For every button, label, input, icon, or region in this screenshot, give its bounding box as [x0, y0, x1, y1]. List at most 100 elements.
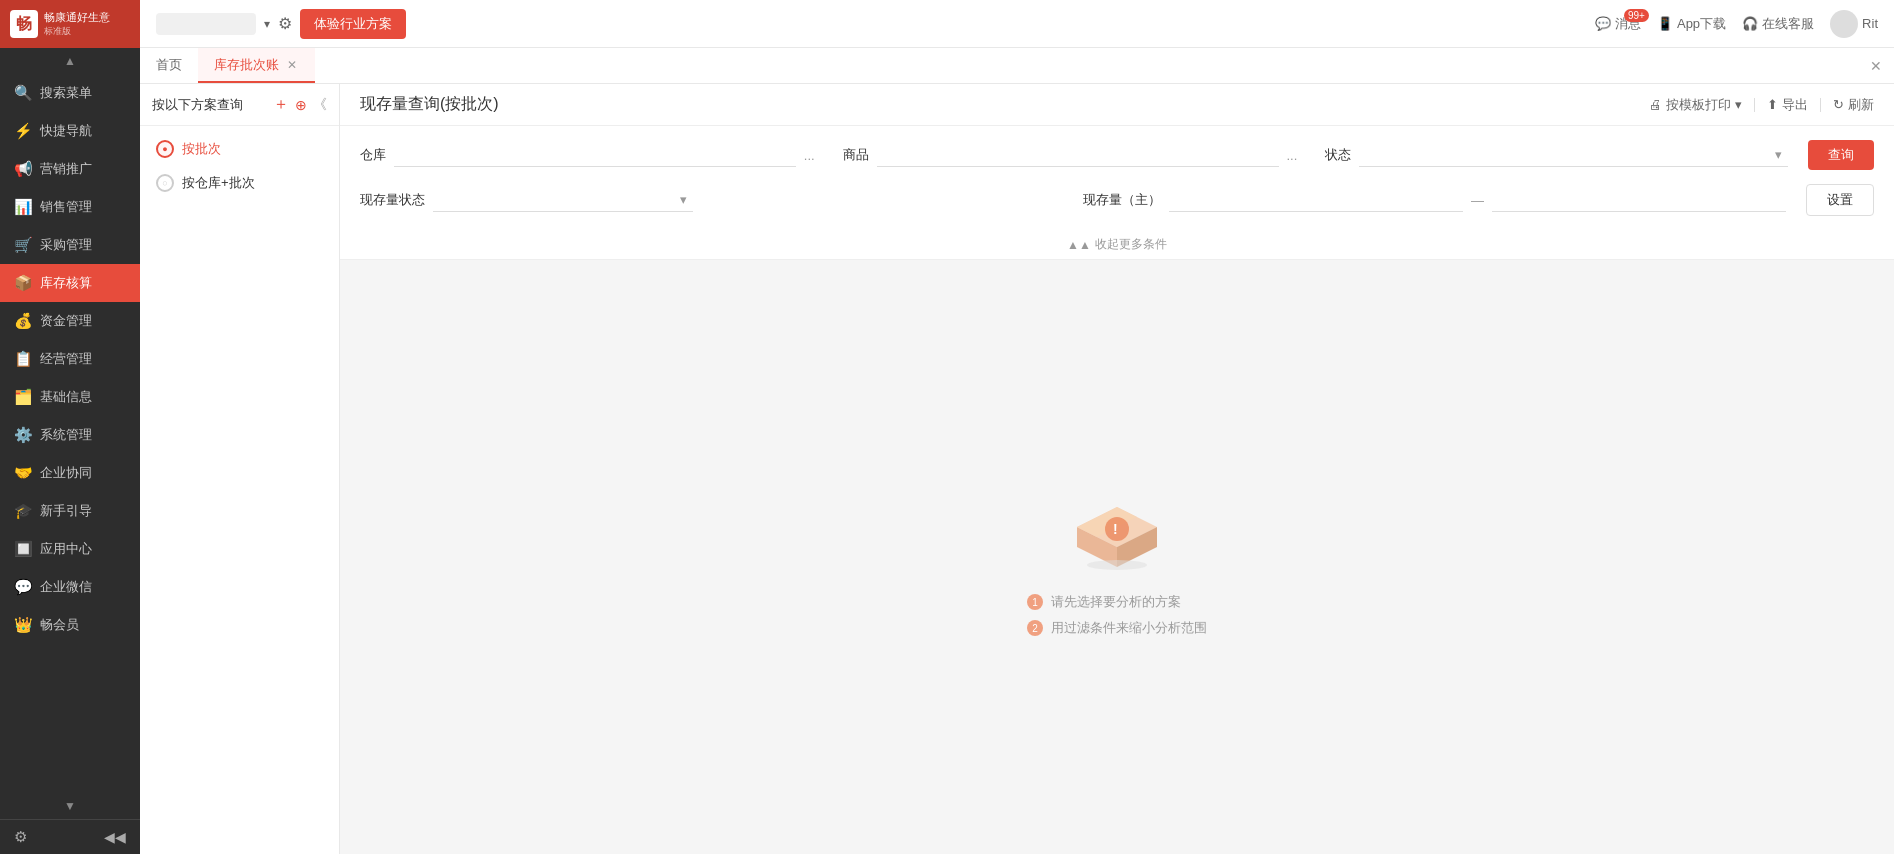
topbar-dropdown-btn[interactable]: ▾: [264, 17, 270, 31]
user-profile-btn[interactable]: Rit: [1830, 10, 1878, 38]
sidebar-item-finance[interactable]: 💰 资金管理: [0, 302, 140, 340]
product-input[interactable]: [877, 143, 1279, 167]
collapse-panel-btn[interactable]: 《: [313, 96, 327, 114]
tab-side-close-btn[interactable]: ✕: [1858, 58, 1894, 74]
sidebar-item-enterprise[interactable]: 🤝 企业协同: [0, 454, 140, 492]
refresh-btn[interactable]: ↻ 刷新: [1833, 96, 1874, 114]
empty-illustration: !: [1057, 477, 1177, 577]
empty-tip-1: 1 请先选择要分析的方案: [1027, 593, 1207, 611]
print-icon: 🖨: [1649, 97, 1662, 112]
filter-area: 仓库 ... 商品 ... 状态 ▾: [340, 126, 1894, 260]
sidebar-item-wechat[interactable]: 💬 企业微信: [0, 568, 140, 606]
settings-plan-btn[interactable]: ⊕: [295, 97, 307, 113]
warehouse-input[interactable]: [394, 143, 796, 167]
sidebar-item-inventory[interactable]: 📦 库存核算: [0, 264, 140, 302]
vip-icon: 👑: [14, 616, 32, 634]
brand-info: 畅康通好生意 标准版: [44, 10, 110, 37]
svg-point-6: [1087, 560, 1147, 570]
page-title: 现存量查询(按批次): [360, 94, 499, 115]
main-area: ▾ ⚙ 体验行业方案 💬 消息 99+ 📱 App下载 🎧 在线客服 Rit: [140, 0, 1894, 854]
divider2: [1820, 98, 1821, 112]
left-panel: 按以下方案查询 ＋ ⊕ 《 ● 按批次 ○ 按仓库+批次: [140, 84, 340, 854]
settings-icon[interactable]: ⚙: [14, 828, 27, 846]
topbar: ▾ ⚙ 体验行业方案 💬 消息 99+ 📱 App下载 🎧 在线客服 Rit: [140, 0, 1894, 48]
topbar-search-input[interactable]: [156, 13, 256, 35]
sidebar-header: 畅 畅康通好生意 标准版: [0, 0, 140, 48]
sidebar-item-quicknav[interactable]: ⚡ 快捷导航: [0, 112, 140, 150]
topbar-settings-btn[interactable]: ⚙: [278, 14, 292, 33]
filter-warehouse: 仓库 ...: [360, 143, 823, 167]
collapse-more-btn[interactable]: ▲▲ 收起更多条件: [360, 230, 1874, 259]
plan-item-warehouse-batch[interactable]: ○ 按仓库+批次: [140, 166, 339, 200]
left-panel-header: 按以下方案查询 ＋ ⊕ 《: [140, 84, 339, 126]
filter-stock-qty: 现存量（主） —: [1083, 188, 1786, 212]
messages-badge: 99+: [1624, 9, 1649, 22]
export-icon: ⬆: [1767, 97, 1778, 112]
plan-item-batch[interactable]: ● 按批次: [140, 132, 339, 166]
filter-row-1: 仓库 ... 商品 ... 状态 ▾: [360, 140, 1874, 170]
basics-icon: 🗂️: [14, 388, 32, 406]
stock-status-dropdown-icon: ▾: [680, 192, 687, 207]
status-dropdown-icon: ▾: [1775, 147, 1782, 162]
sidebar-item-vip[interactable]: 👑 畅会员: [0, 606, 140, 644]
filter-product: 商品 ...: [843, 143, 1306, 167]
sidebar-item-sales[interactable]: 📊 销售管理: [0, 188, 140, 226]
sidebar-nav: 🔍 搜索菜单 ⚡ 快捷导航 📢 营销推广 📊 销售管理 🛒 采购管理 📦 库存核…: [0, 74, 140, 793]
page-header-actions: 🖨 按模板打印 ▾ ⬆ 导出 ↻ 刷新: [1649, 96, 1874, 114]
app-download-btn[interactable]: 📱 App下载: [1657, 15, 1726, 33]
right-content: 现存量查询(按批次) 🖨 按模板打印 ▾ ⬆ 导出 ↻ 刷: [340, 84, 1894, 854]
system-icon: ⚙️: [14, 426, 32, 444]
empty-tips: 1 请先选择要分析的方案 2 用过滤条件来缩小分析范围: [1027, 593, 1207, 637]
print-btn[interactable]: 🖨 按模板打印 ▾: [1649, 96, 1742, 114]
empty-tip-2: 2 用过滤条件来缩小分析范围: [1027, 619, 1207, 637]
appstore-icon: 🔲: [14, 540, 32, 558]
plan-inactive-icon: ○: [156, 174, 174, 192]
sidebar-item-system[interactable]: ⚙️ 系统管理: [0, 416, 140, 454]
avatar: [1830, 10, 1858, 38]
svg-text:!: !: [1113, 521, 1118, 537]
sidebar-item-appstore[interactable]: 🔲 应用中心: [0, 530, 140, 568]
stock-status-select[interactable]: ▾: [433, 188, 693, 212]
quicknav-icon: ⚡: [14, 122, 32, 140]
refresh-icon: ↻: [1833, 97, 1844, 112]
status-select[interactable]: ▾: [1359, 143, 1788, 167]
guide-icon: 🎓: [14, 502, 32, 520]
tab-inventory-batch[interactable]: 库存批次账 ✕: [198, 48, 315, 83]
print-dropdown-icon[interactable]: ▾: [1735, 97, 1742, 112]
filter-status: 状态 ▾: [1325, 143, 1788, 167]
online-service-btn[interactable]: 🎧 在线客服: [1742, 15, 1814, 33]
sidebar-item-search[interactable]: 🔍 搜索菜单: [0, 74, 140, 112]
product-more-btn[interactable]: ...: [1279, 148, 1306, 167]
collapse-sidebar-icon[interactable]: ◀◀: [104, 829, 126, 845]
sidebar-scroll-down: ▼: [0, 793, 140, 819]
phone-icon: 📱: [1657, 16, 1673, 31]
collapse-up-icon: ▲▲: [1067, 238, 1091, 252]
plan-list: ● 按批次 ○ 按仓库+批次: [140, 126, 339, 206]
filter-row-2: 现存量状态 ▾ 现存量（主） —: [360, 184, 1874, 216]
plan-active-icon: ●: [156, 140, 174, 158]
sidebar-item-basics[interactable]: 🗂️ 基础信息: [0, 378, 140, 416]
page-container: 按以下方案查询 ＋ ⊕ 《 ● 按批次 ○ 按仓库+批次: [140, 84, 1894, 854]
stock-qty-to[interactable]: [1492, 188, 1786, 212]
search-icon: 🔍: [14, 84, 32, 102]
sidebar-item-purchase[interactable]: 🛒 采购管理: [0, 226, 140, 264]
export-btn[interactable]: ⬆ 导出: [1767, 96, 1808, 114]
sidebar-item-guide[interactable]: 🎓 新手引导: [0, 492, 140, 530]
scroll-down-btn[interactable]: ▼: [62, 797, 78, 815]
scroll-up-btn[interactable]: ▲: [62, 52, 78, 70]
sidebar-item-operations[interactable]: 📋 经营管理: [0, 340, 140, 378]
topbar-right: 💬 消息 99+ 📱 App下载 🎧 在线客服 Rit: [1595, 10, 1878, 38]
add-plan-btn[interactable]: ＋: [273, 94, 289, 115]
warehouse-more-btn[interactable]: ...: [796, 148, 823, 167]
sidebar-footer: ⚙ ◀◀: [0, 819, 140, 854]
stock-qty-from[interactable]: [1169, 188, 1463, 212]
experience-btn[interactable]: 体验行业方案: [300, 9, 406, 39]
sidebar-item-marketing[interactable]: 📢 营销推广: [0, 150, 140, 188]
settings-btn[interactable]: 设置: [1806, 184, 1874, 216]
tab-home[interactable]: 首页: [140, 48, 198, 83]
messages-btn[interactable]: 💬 消息 99+: [1595, 15, 1641, 33]
query-btn[interactable]: 查询: [1808, 140, 1874, 170]
headset-icon: 🎧: [1742, 16, 1758, 31]
tab-close-btn[interactable]: ✕: [285, 58, 299, 72]
sidebar: 畅 畅康通好生意 标准版 ▲ 🔍 搜索菜单 ⚡ 快捷导航 📢 营销推广 📊 销售…: [0, 0, 140, 854]
